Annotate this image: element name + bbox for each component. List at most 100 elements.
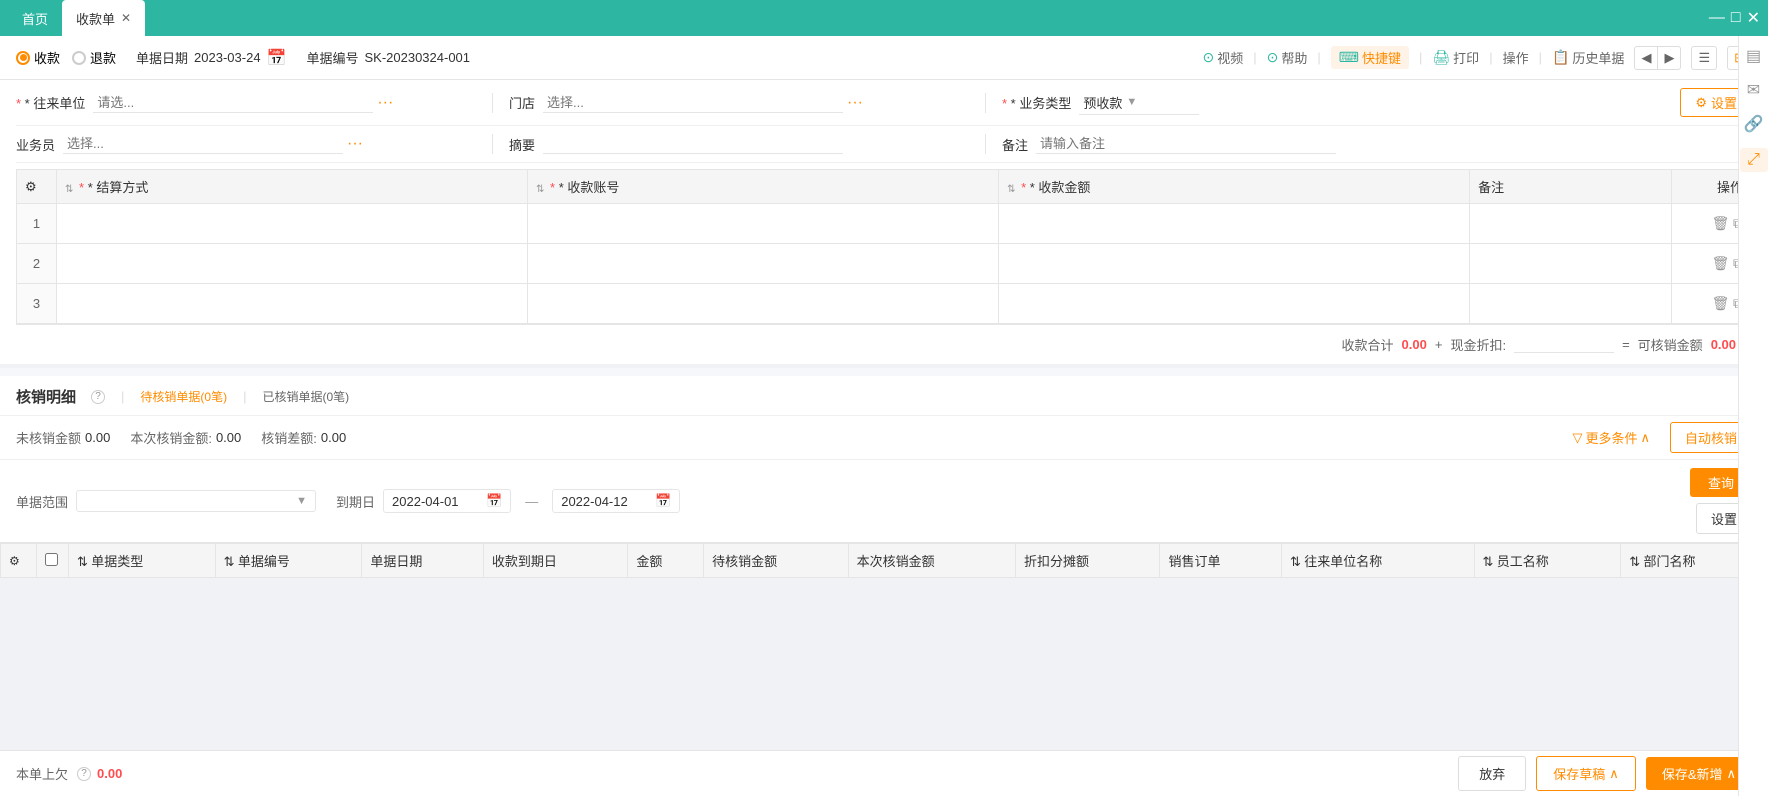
field-divider-2 [985,93,986,113]
data-table-wrap: ⚙ ⇅ * * 结算方式 ⇅ * * 收款账号 ⇅ * [16,169,1752,364]
operation-action[interactable]: 操作 [1503,48,1529,67]
tab-home[interactable]: 首页 [8,0,62,36]
summary-input[interactable] [543,134,843,154]
history-action[interactable]: 📋 历史单据 [1552,48,1624,67]
save-draft-button[interactable]: 保存草稿 ∧ [1536,756,1636,791]
next-arrow[interactable]: ▶ [1658,47,1680,69]
date-from-input[interactable] [392,494,482,509]
maximize-icon[interactable]: □ [1731,9,1741,27]
row-num-3: 3 [17,284,57,324]
row3-remark[interactable] [1470,284,1672,324]
row1-settle[interactable] [57,204,528,244]
vth-sales-order: 销售订单 [1160,544,1282,578]
counterpart-input[interactable] [93,93,373,113]
table-footer: 收款合计 0.00 + 现金折扣: = 可核销金额 0.00 [16,324,1752,364]
row-num-2: 2 [17,244,57,284]
close-icon[interactable]: ✕ [1747,8,1760,28]
radio-income[interactable]: 收款 [16,48,60,67]
row2-amount[interactable] [999,244,1470,284]
calendar-to-icon[interactable]: 📅 [655,493,671,509]
tab-close-icon[interactable]: ✕ [121,11,131,25]
row2-remark[interactable] [1470,244,1672,284]
date-to-wrap: 📅 [552,489,680,513]
tab-done[interactable]: 已核销单据(0笔) [262,388,349,405]
vth-amount: 金额 [628,544,704,578]
table-gear-icon: ⚙ [25,179,37,194]
delete-icon-3[interactable]: 🗑 [1712,295,1730,311]
th-account: ⇅ * * 收款账号 [528,170,999,204]
row3-amount[interactable] [999,284,1470,324]
business-type-dropdown[interactable]: 预收款 ▼ [1079,91,1199,115]
current-verify-stat: 本次核销金额: 0.00 [130,428,241,447]
chevron-up-icon: ∧ [1640,430,1650,446]
sidebar-table-icon[interactable]: ▤ [1746,46,1761,66]
chevron-down-icon: ▼ [1126,96,1137,108]
print-action[interactable]: 🖨 打印 [1432,48,1479,67]
receipt-type-group: 收款 退款 [16,48,116,67]
prev-arrow[interactable]: ◀ [1635,47,1658,69]
verify-info-icon[interactable]: ? [91,390,105,404]
vsort-4: ⇅ [1483,554,1494,569]
row1-account[interactable] [528,204,999,244]
field-divider-3 [492,134,493,154]
sort-icon-1: ⇅ [65,184,73,195]
range-field: 单据范围 ▼ [16,490,316,512]
more-conditions-link[interactable]: ▽ 更多条件 ∧ [1572,428,1650,447]
row1-amount[interactable] [999,204,1470,244]
calendar-icon[interactable]: 📅 [267,48,287,68]
discount-input[interactable] [1514,337,1614,353]
th-settle-method: ⇅ * * 结算方式 [57,170,528,204]
verify-header-row: ⚙ ⇅ 单据类型 ⇅ 单据编号 单据日期 [1,544,1768,578]
help-action[interactable]: ⊙ 帮助 [1267,48,1308,67]
table-header-row: ⚙ ⇅ * * 结算方式 ⇅ * * 收款账号 ⇅ * [17,170,1752,204]
minimize-icon[interactable]: — [1709,9,1725,27]
vth-employee: ⇅ 员工名称 [1474,544,1621,578]
shortcut-action[interactable]: ⌨ 快捷键 [1331,46,1409,69]
gear-header[interactable]: ⚙ [17,170,57,204]
date-to-input[interactable] [561,494,651,509]
row3-account[interactable] [528,284,999,324]
discard-button[interactable]: 放弃 [1458,756,1526,791]
store-more-icon[interactable]: ··· [847,94,863,112]
vsort-2: ⇅ [224,554,235,569]
scroll-area[interactable]: * 往来单位 ··· 门店 ··· * 业务类型 预收款 ▼ ⚙ 设置 [0,80,1768,750]
vth-discount: 折扣分摊额 [1016,544,1160,578]
verify-stats-row: 未核销金额 0.00 本次核销金额: 0.00 核销差额: 0.00 ▽ 更多条… [0,415,1768,459]
store-input[interactable] [543,93,843,113]
video-action[interactable]: ⊙ 视频 [1202,48,1243,67]
vth-gear[interactable]: ⚙ [1,544,37,578]
toolbar-actions: ⊙ 视频 | ⊙ 帮助 | ⌨ 快捷键 | 🖨 打印 | 操作 | 📋 历史单据… [1202,46,1752,70]
verify-section: 核销明细 ? | 待核销单据(0笔) | 已核销单据(0笔) 未核销金额 0.0… [0,368,1768,578]
tab-receipt[interactable]: 收款单 ✕ [62,0,145,36]
row2-settle[interactable] [57,244,528,284]
gear-icon: ⚙ [1695,95,1707,111]
salesman-input[interactable] [63,134,343,154]
salesman-more-icon[interactable]: ··· [347,135,363,153]
counterpart-more-icon[interactable]: ··· [377,94,393,112]
select-all-checkbox[interactable] [45,553,58,566]
save-new-button[interactable]: 保存&新增 ∧ [1646,757,1752,790]
receipt-table: ⚙ ⇅ * * 结算方式 ⇅ * * 收款账号 ⇅ * [16,169,1752,324]
row1-remark[interactable] [1470,204,1672,244]
calendar-from-icon[interactable]: 📅 [486,493,502,509]
counterpart-field: * 往来单位 ··· [16,93,476,113]
vth-number: ⇅ 单据编号 [215,544,362,578]
sidebar-expand-icon[interactable]: ⤢ [1740,148,1768,172]
row2-account[interactable] [528,244,999,284]
sidebar-attachment-icon[interactable]: 🔗 [1744,114,1764,134]
radio-refund[interactable]: 退款 [72,48,116,67]
footer-info-icon[interactable]: ? [77,767,91,781]
sidebar-mail-icon[interactable]: ✉ [1747,80,1760,100]
delete-icon-2[interactable]: 🗑 [1712,255,1730,271]
list-view-btn[interactable]: ☰ [1691,46,1717,70]
vth-checkbox[interactable] [37,544,69,578]
store-field: 门店 ··· [509,93,969,113]
remark-input[interactable] [1036,134,1336,154]
footer-left: 本单上欠 ? 0.00 [16,764,122,783]
delete-icon-1[interactable]: 🗑 [1712,215,1730,231]
vth-pending: 待核销金额 [704,544,848,578]
tab-pending[interactable]: 待核销单据(0笔) [140,388,227,405]
row3-settle[interactable] [57,284,528,324]
print-icon: 🖨 [1432,49,1450,66]
range-select[interactable]: ▼ [76,490,316,512]
